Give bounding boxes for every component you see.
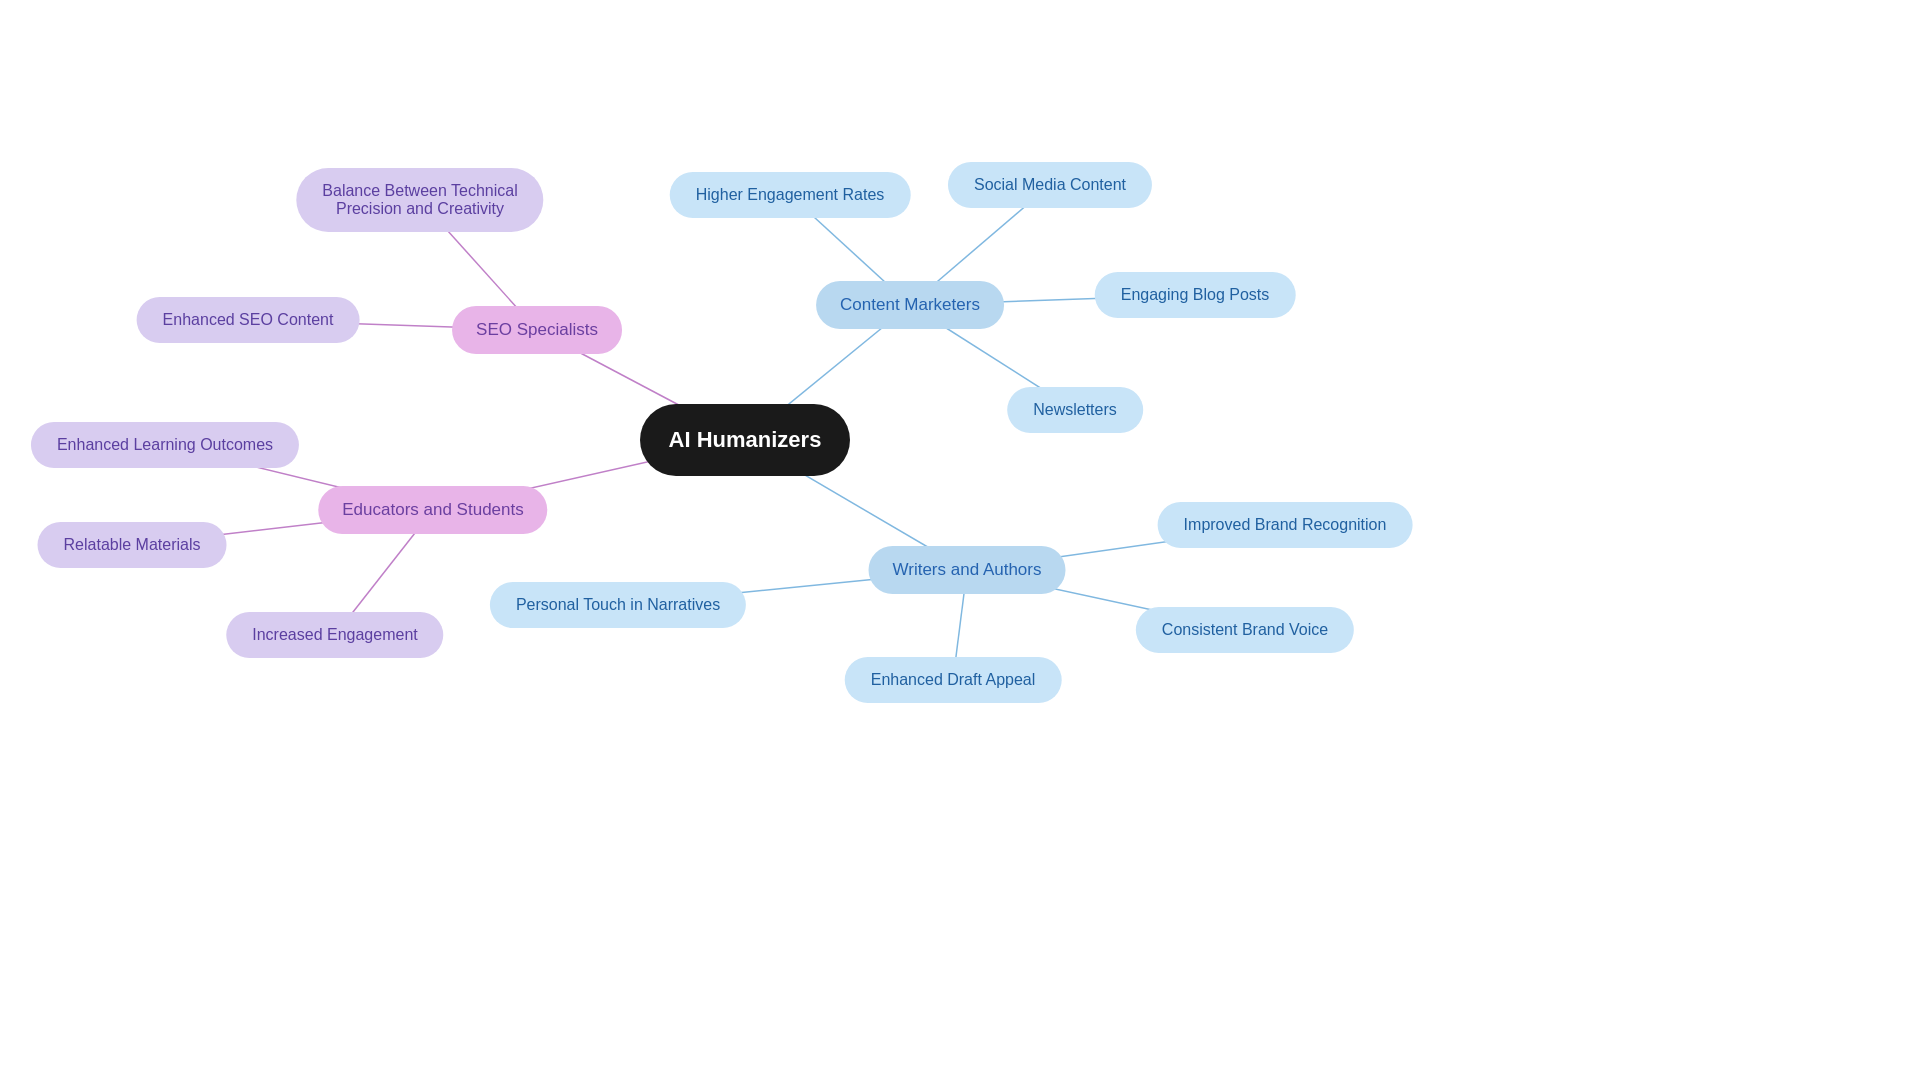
node-relatable[interactable]: Relatable Materials bbox=[38, 522, 227, 568]
node-writers[interactable]: Writers and Authors bbox=[869, 546, 1066, 594]
node-edu[interactable]: Educators and Students bbox=[318, 486, 547, 534]
node-seo_content[interactable]: Enhanced SEO Content bbox=[137, 297, 360, 343]
node-brand[interactable]: Improved Brand Recognition bbox=[1158, 502, 1413, 548]
mind-map: AI Humanizers SEO Specialists Educators an… bbox=[0, 0, 1920, 1083]
node-center[interactable]: AI Humanizers bbox=[640, 404, 850, 476]
node-higher_eng[interactable]: Higher Engagement Rates bbox=[670, 172, 911, 218]
node-draft[interactable]: Enhanced Draft Appeal bbox=[845, 657, 1062, 703]
node-learning[interactable]: Enhanced Learning Outcomes bbox=[31, 422, 299, 468]
node-newsletters[interactable]: Newsletters bbox=[1007, 387, 1143, 433]
node-engagement_edu[interactable]: Increased Engagement bbox=[226, 612, 443, 658]
node-consistent[interactable]: Consistent Brand Voice bbox=[1136, 607, 1354, 653]
node-social[interactable]: Social Media Content bbox=[948, 162, 1152, 208]
node-balance[interactable]: Balance Between Technical Precision and … bbox=[296, 168, 543, 232]
node-blog[interactable]: Engaging Blog Posts bbox=[1095, 272, 1296, 318]
node-seo[interactable]: SEO Specialists bbox=[452, 306, 622, 354]
node-personal[interactable]: Personal Touch in Narratives bbox=[490, 582, 746, 628]
connections-svg bbox=[0, 0, 1920, 1083]
node-content[interactable]: Content Marketers bbox=[816, 281, 1004, 329]
